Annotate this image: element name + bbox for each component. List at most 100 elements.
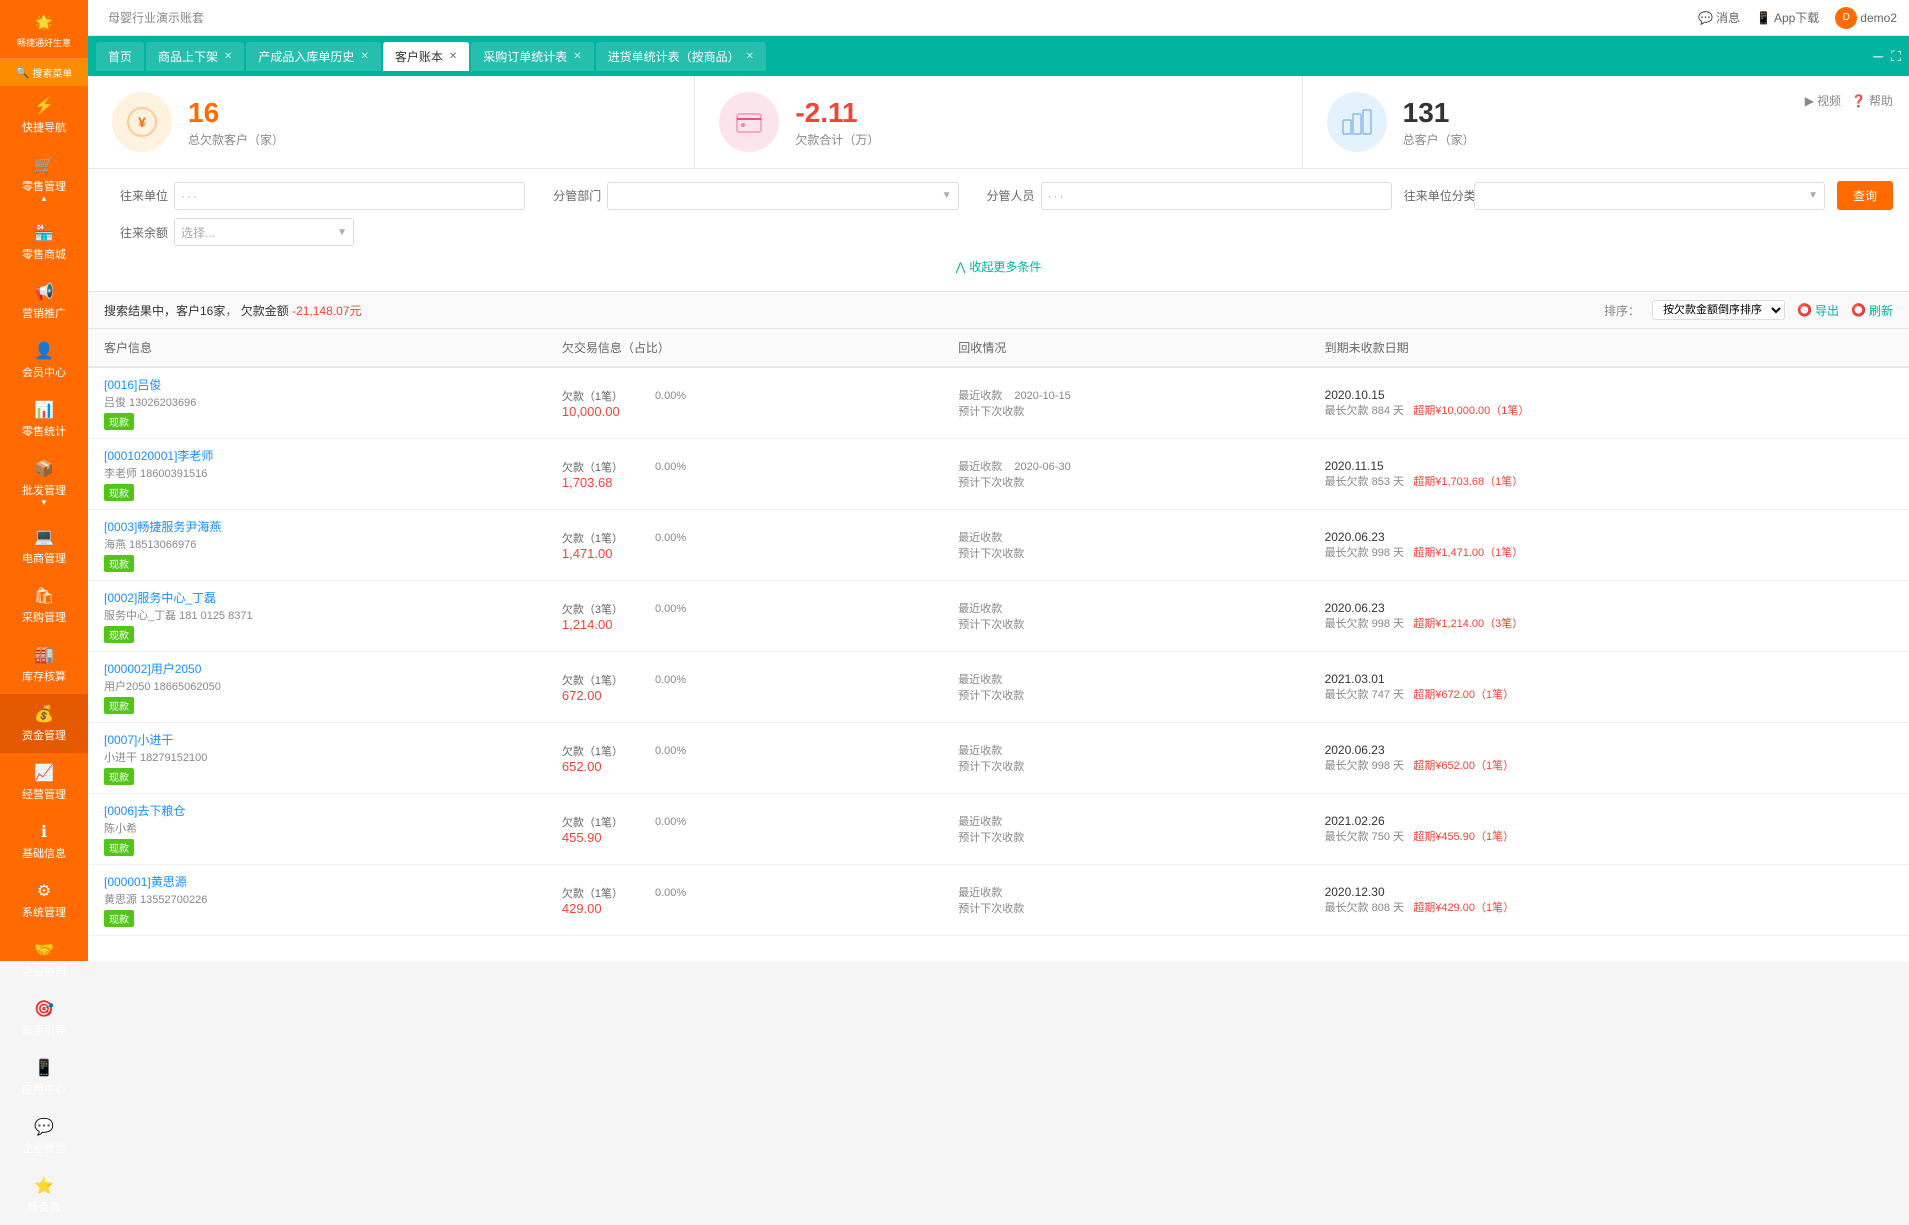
export-btn[interactable]: ⭕ 导出 bbox=[1797, 302, 1839, 319]
debt-info-6: 欠款（1笔） 0.00% 455.90 bbox=[562, 814, 926, 845]
sidebar-item-vip[interactable]: ⭐ 畅会员 bbox=[0, 1166, 88, 1225]
close-tab-purchase-order[interactable]: ✕ bbox=[573, 51, 581, 62]
tab-product-history[interactable]: 产成品入库单历史 ✕ bbox=[246, 42, 380, 71]
sidebar-item-enterprise-wechat[interactable]: 💬 企业微信 bbox=[0, 1107, 88, 1166]
unit-category-select[interactable]: ▼ bbox=[1474, 182, 1825, 210]
customer-contact-4: 用户2050 18665062050 bbox=[104, 678, 530, 694]
debt-info-0: 欠款（1笔） 0.00% 10,000.00 bbox=[562, 388, 926, 419]
customer-name-2[interactable]: [0003]畅捷服务尹海燕 bbox=[104, 518, 530, 535]
minimize-btn[interactable]: ─ bbox=[1873, 48, 1883, 64]
overdue-amount-5[interactable]: 超期¥652.00（1笔） bbox=[1413, 760, 1514, 772]
overdue-amount-7[interactable]: 超期¥429.00（1笔） bbox=[1413, 902, 1514, 914]
customer-name-7[interactable]: [000001]黄思源 bbox=[104, 873, 530, 890]
sidebar-item-retail-mgmt[interactable]: 🛒 零售管理 ▲ bbox=[0, 145, 88, 213]
debt-row-3: 欠款（3笔） 0.00% bbox=[562, 601, 926, 617]
view-help-video-btn[interactable]: ▶ 视频 bbox=[1805, 92, 1841, 109]
message-btn[interactable]: 💬 消息 bbox=[1698, 9, 1740, 26]
manager-input[interactable]: ··· bbox=[1041, 182, 1392, 210]
sidebar-item-app-center[interactable]: 📱 应用中心 bbox=[0, 1048, 88, 1107]
balance-select[interactable]: 选择... ▼ bbox=[174, 218, 354, 246]
result-summary: 搜索结果中，客户16家， 欠款金额 -21,148.07元 排序： 按欠款金额倒… bbox=[88, 292, 1909, 329]
sidebar-item-inventory[interactable]: 🏭 库存核算 bbox=[0, 635, 88, 694]
cell-debt-3: 欠款（3笔） 0.00% 1,214.00 bbox=[546, 581, 942, 652]
search-menu-item[interactable]: 🔍 搜索菜单 bbox=[0, 59, 88, 86]
sidebar-item-system[interactable]: ⚙ 系统管理 bbox=[0, 871, 88, 930]
overdue-amount-6[interactable]: 超期¥455.90（1笔） bbox=[1413, 831, 1514, 843]
customer-name-4[interactable]: [000002]用户2050 bbox=[104, 660, 530, 677]
customer-name-3[interactable]: [0002]服务中心_丁磊 bbox=[104, 589, 530, 606]
customer-name-1[interactable]: [0001020001]李老师 bbox=[104, 447, 530, 464]
unit-category-arrow: ▼ bbox=[1808, 190, 1818, 201]
overdue-amount-0[interactable]: 超期¥10,000.00（1笔） bbox=[1413, 405, 1529, 417]
collapse-filters-btn[interactable]: ⋀ 收起更多条件 bbox=[104, 254, 1893, 279]
cell-expire-6: 2021.02.26 最长欠款 750 天 超期¥455.90（1笔） bbox=[1309, 794, 1909, 865]
page-content: ¥ 16 总欠款客户（家） -2.11 bbox=[88, 76, 1909, 961]
stat-content-total-owed: -2.11 欠款合计（万） bbox=[795, 97, 879, 148]
close-tab-inbound-stats[interactable]: ✕ bbox=[746, 51, 754, 62]
sidebar-item-marketing[interactable]: 📢 营销推广 bbox=[0, 272, 88, 331]
overdue-days-3: 最长欠款 998 天 超期¥1,214.00（3笔） bbox=[1325, 615, 1893, 631]
app-download-btn[interactable]: 📱 App下载 bbox=[1756, 9, 1819, 26]
sidebar-item-basic-info[interactable]: ℹ 基础信息 bbox=[0, 812, 88, 871]
overdue-amount-2[interactable]: 超期¥1,471.00（1笔） bbox=[1413, 547, 1523, 559]
customer-name-5[interactable]: [0007]小进干 bbox=[104, 731, 530, 748]
cell-recovery-6: 最近收款 预计下次收款 bbox=[942, 794, 1308, 865]
customer-name-0[interactable]: [0016]吕俊 bbox=[104, 376, 530, 393]
help-btn[interactable]: ❓ 帮助 bbox=[1851, 92, 1893, 109]
sidebar-item-ecommerce[interactable]: 💻 电商管理 bbox=[0, 517, 88, 576]
close-tab-product-off[interactable]: ✕ bbox=[224, 51, 232, 62]
dept-select-arrow: ▼ bbox=[942, 190, 952, 201]
refresh-btn[interactable]: ⭕ 刷新 bbox=[1851, 302, 1893, 319]
inventory-icon: 🏭 bbox=[34, 645, 54, 665]
sort-select[interactable]: 按欠款金额倒序排序 bbox=[1652, 300, 1785, 320]
member-icon: 👤 bbox=[34, 341, 54, 361]
recent-pay-1: 最近收款 2020-06-30 bbox=[958, 458, 1292, 474]
filters-section: 往来单位 ··· 分管部门 ▼ 分管人员 ··· bbox=[88, 169, 1909, 292]
maximize-btn[interactable]: ⛶ bbox=[1891, 48, 1901, 65]
search-icon: 🔍 bbox=[16, 66, 30, 79]
search-button[interactable]: 查询 bbox=[1837, 181, 1893, 210]
sidebar-item-enterprise-collab[interactable]: 🤝 企业协同 bbox=[0, 930, 88, 989]
debt-row-1: 欠款（1笔） 0.00% bbox=[562, 459, 926, 475]
payment-type-badge-0: 现款 bbox=[104, 413, 134, 430]
overdue-amount-1[interactable]: 超期¥1,703.68（1笔） bbox=[1413, 476, 1523, 488]
tab-purchase-order[interactable]: 采购订单统计表 ✕ bbox=[471, 42, 593, 71]
quick-nav-icon: ⚡ bbox=[34, 96, 54, 116]
cell-recovery-2: 最近收款 预计下次收款 bbox=[942, 510, 1308, 581]
overdue-days-4: 最长欠款 747 天 超期¥672.00（1笔） bbox=[1325, 686, 1893, 702]
payment-type-badge-4: 现款 bbox=[104, 697, 134, 714]
sidebar-item-batch-mgmt[interactable]: 📦 批发管理 ▼ bbox=[0, 449, 88, 517]
result-text: 搜索结果中，客户16家， 欠款金额 -21,148.07元 bbox=[104, 302, 361, 319]
customer-contact-3: 服务中心_丁磊 181 0125 8371 bbox=[104, 607, 530, 623]
cell-debt-2: 欠款（1笔） 0.00% 1,471.00 bbox=[546, 510, 942, 581]
tab-product-off[interactable]: 商品上下架 ✕ bbox=[146, 42, 244, 71]
debt-count-6: 欠款（1笔） bbox=[562, 814, 623, 830]
close-tab-product-history[interactable]: ✕ bbox=[360, 51, 368, 62]
overdue-amount-3[interactable]: 超期¥1,214.00（3笔） bbox=[1413, 618, 1523, 630]
source-unit-input[interactable]: ··· bbox=[174, 182, 525, 210]
retail-mall-icon: 🏪 bbox=[34, 223, 54, 243]
help-icon: ❓ bbox=[1851, 94, 1866, 108]
next-pay-6: 预计下次收款 bbox=[958, 829, 1292, 845]
tab-customer-account[interactable]: 客户账本 ✕ bbox=[383, 42, 469, 71]
debt-info-2: 欠款（1笔） 0.00% 1,471.00 bbox=[562, 530, 926, 561]
customer-name-6[interactable]: [0006]去下粮仓 bbox=[104, 802, 530, 819]
overdue-amount-4[interactable]: 超期¥672.00（1笔） bbox=[1413, 689, 1514, 701]
sidebar-item-purchase[interactable]: 🛍 采购管理 bbox=[0, 576, 88, 635]
tab-home[interactable]: 首页 bbox=[96, 42, 144, 71]
sidebar-item-member[interactable]: 👤 会员中心 bbox=[0, 331, 88, 390]
close-tab-customer-account[interactable]: ✕ bbox=[449, 51, 457, 62]
sidebar-item-quick-nav[interactable]: ⚡ 快捷导航 bbox=[0, 86, 88, 145]
debt-row-7: 欠款（1笔） 0.00% bbox=[562, 885, 926, 901]
user-avatar[interactable]: D demo2 bbox=[1835, 7, 1897, 29]
tab-inbound-stats[interactable]: 进货单统计表（按商品） ✕ bbox=[596, 42, 766, 71]
dept-select[interactable]: ▼ bbox=[607, 182, 958, 210]
sidebar-item-retail-stats[interactable]: 📊 零售统计 bbox=[0, 390, 88, 449]
sidebar-item-operations[interactable]: 📈 经营管理 bbox=[0, 753, 88, 812]
sidebar-item-new-guide[interactable]: 🎯 新手引导 bbox=[0, 989, 88, 1048]
debt-row-6: 欠款（1笔） 0.00% bbox=[562, 814, 926, 830]
cell-recovery-3: 最近收款 预计下次收款 bbox=[942, 581, 1308, 652]
col-header-expire: 到期未收款日期 bbox=[1309, 329, 1909, 367]
sidebar-item-finance[interactable]: 💰 资金管理 bbox=[0, 694, 88, 753]
sidebar-item-retail-mall[interactable]: 🏪 零售商城 bbox=[0, 213, 88, 272]
